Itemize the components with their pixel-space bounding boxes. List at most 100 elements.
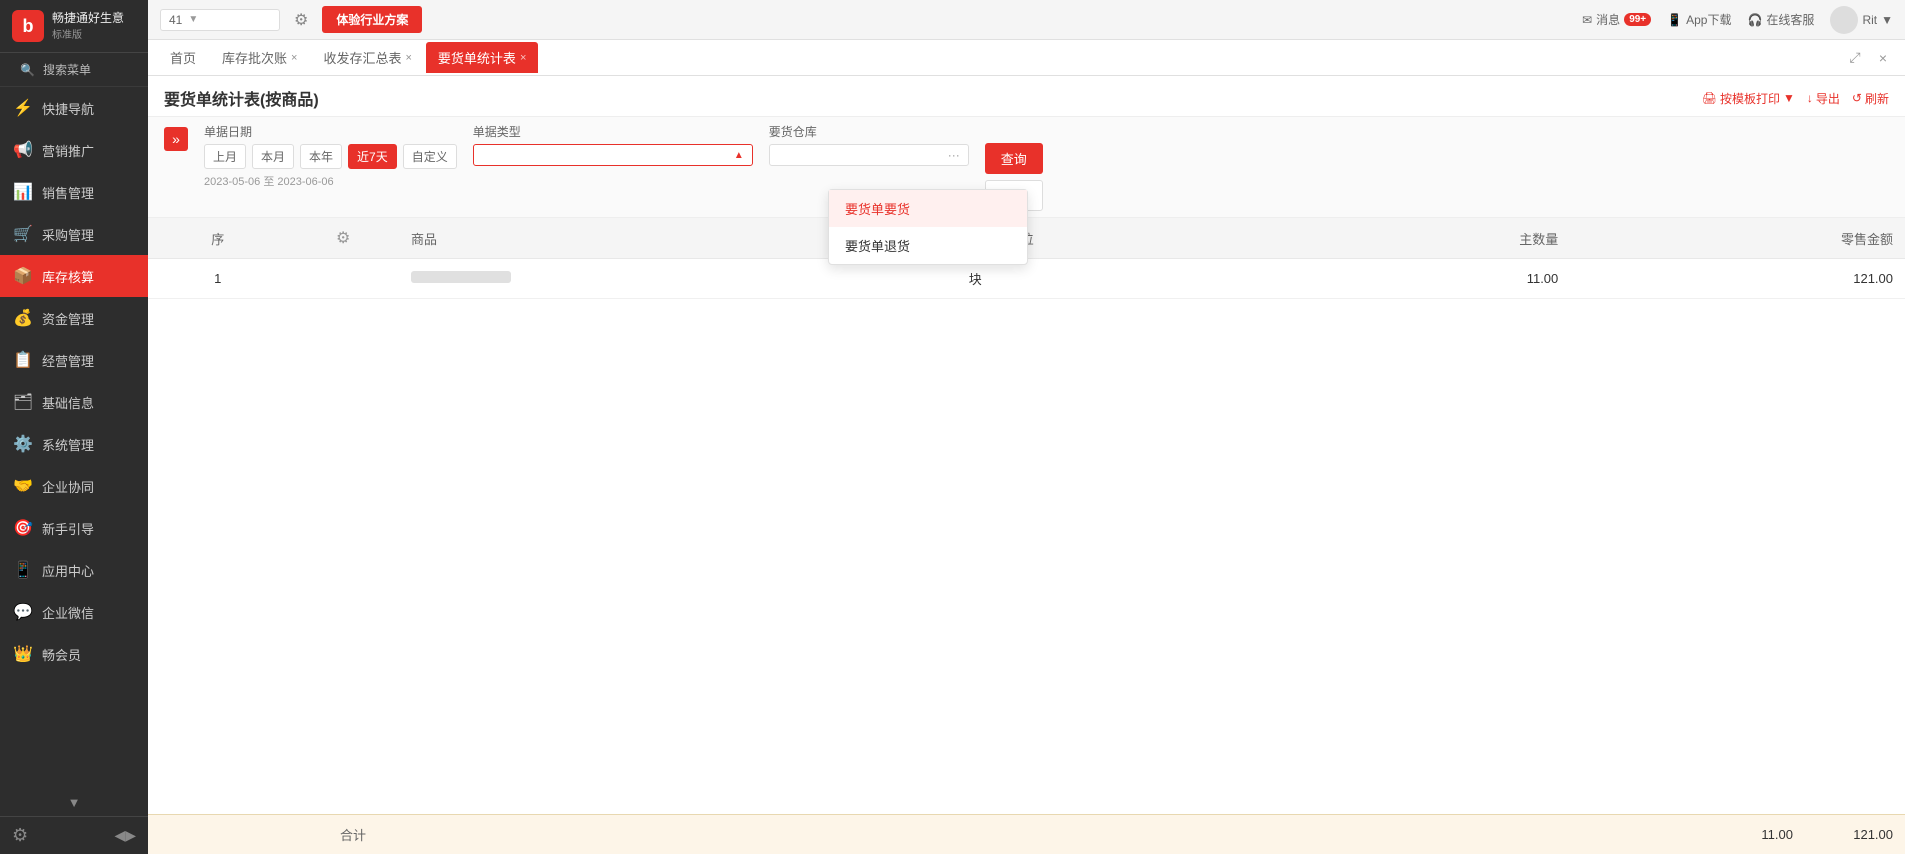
date-custom-btn[interactable]: 自定义 [403, 144, 457, 169]
cell-qty: 11.00 [1236, 259, 1571, 299]
sidebar-item-marketing[interactable]: 📢 营销推广 [0, 129, 148, 171]
tab-order-summary[interactable]: 要货单统计表 × [426, 42, 538, 73]
sidebar-item-operation[interactable]: 📋 经营管理 [0, 339, 148, 381]
date-last7days-btn[interactable]: 近7天 [348, 144, 397, 169]
sales-icon: 📊 [12, 181, 34, 203]
page-header: 要货单统计表(按商品) 🖨 按模板打印 ▼ ↓ 导出 ↺ 刷新 [148, 76, 1905, 116]
filter-row: » 单据日期 上月 本月 本年 近7天 自定义 2023-05-06 至 202… [148, 116, 1905, 218]
date-this-month-btn[interactable]: 本月 [252, 144, 294, 169]
table-body: 1 块 11.00 121.00 [148, 259, 1905, 299]
vip-icon: 👑 [12, 643, 34, 665]
cell-empty [287, 259, 399, 299]
cell-seq: 1 [148, 259, 287, 299]
inventory-icon: 📦 [12, 265, 34, 287]
app-download-btn[interactable]: 📱 App下载 [1667, 11, 1731, 28]
print-dropdown-icon: ▼ [1783, 91, 1795, 105]
export-icon: ↓ [1807, 91, 1813, 105]
col-header-sale: 零售金额 [1570, 218, 1905, 259]
sidebar-item-base[interactable]: 🗂 基础信息 [0, 381, 148, 423]
date-this-year-btn[interactable]: 本年 [300, 144, 342, 169]
quick-nav-icon: ⚡ [12, 97, 34, 119]
query-btn[interactable]: 查询 [985, 143, 1043, 174]
date-range-text: 2023-05-06 至 2023-06-06 [204, 173, 457, 189]
search-icon: 🔍 [20, 63, 35, 77]
warehouse-filter-select[interactable]: ··· [769, 144, 969, 166]
table-settings-icon[interactable]: ⚙ [336, 230, 350, 247]
col-header-qty: 主数量 [1236, 218, 1571, 259]
refresh-action[interactable]: ↺ 刷新 [1852, 90, 1889, 107]
collapse-icon[interactable]: ◀▶ [114, 827, 136, 844]
search-menu[interactable]: 🔍 搜索菜单 [0, 53, 148, 87]
purchase-icon: 🛒 [12, 223, 34, 245]
dropdown-item-order-return[interactable]: 要货单退货 [829, 227, 1027, 264]
sidebar-item-purchase[interactable]: 🛒 采购管理 [0, 213, 148, 255]
finance-icon: 💰 [12, 307, 34, 329]
main-area: 41 ▼ ⚙ 体验行业方案 ✉ 消息 99+ 📱 App下载 🎧 在线客服 R [148, 0, 1905, 854]
export-action[interactable]: ↓ 导出 [1807, 90, 1840, 107]
sidebar: b 畅捷通好生意 标准版 🔍 搜索菜单 ⚡ 快捷导航 📢 营销推广 📊 销售管理… [0, 0, 148, 854]
sidebar-logo: b 畅捷通好生意 标准版 [0, 0, 148, 53]
user-menu-arrow: ▼ [1881, 13, 1893, 27]
page-header-actions: 🖨 按模板打印 ▼ ↓ 导出 ↺ 刷新 [1702, 90, 1889, 107]
print-action[interactable]: 🖨 按模板打印 ▼ [1702, 90, 1795, 107]
expand-filter-btn[interactable]: » [164, 127, 188, 151]
warehouse-filter-group: 要货仓库 ··· [769, 123, 969, 166]
warehouse-filter-dots-icon: ··· [948, 148, 960, 162]
tab-maximize-btn[interactable]: ⤢ [1843, 46, 1867, 70]
sidebar-item-quick-nav[interactable]: ⚡ 快捷导航 [0, 87, 148, 129]
sidebar-item-wechat[interactable]: 💬 企业微信 [0, 591, 148, 633]
newbie-icon: 🎯 [12, 517, 34, 539]
type-filter-label: 单据类型 [473, 123, 753, 140]
tabs-bar-actions: ⤢ × [1843, 46, 1895, 70]
sidebar-item-vip[interactable]: 👑 畅会员 [0, 633, 148, 675]
refresh-icon: ↺ [1852, 91, 1862, 105]
col-header-seq: 序 [148, 218, 287, 259]
date-prev-month-btn[interactable]: 上月 [204, 144, 246, 169]
trial-btn[interactable]: 体验行业方案 [322, 6, 422, 33]
tab-batch-account-close[interactable]: × [291, 52, 297, 64]
type-filter-select[interactable]: ▲ [473, 144, 753, 166]
sidebar-item-appstore[interactable]: 📱 应用中心 [0, 549, 148, 591]
tab-close-all-btn[interactable]: × [1871, 46, 1895, 70]
print-icon: 🖨 [1702, 91, 1717, 105]
tab-receipt-summary[interactable]: 收发存汇总表 × [311, 42, 423, 73]
phone-icon: 📱 [1667, 13, 1682, 27]
tab-order-summary-close[interactable]: × [520, 52, 526, 64]
messages-btn[interactable]: ✉ 消息 99+ [1582, 11, 1651, 28]
store-selector-value: 41 [169, 13, 182, 27]
col-header-settings[interactable]: ⚙ [287, 218, 399, 259]
tab-receipt-summary-close[interactable]: × [405, 52, 411, 64]
sidebar-nav: ⚡ 快捷导航 📢 营销推广 📊 销售管理 🛒 采购管理 📦 库存核算 💰 资金管… [0, 87, 148, 789]
wechat-icon: 💬 [12, 601, 34, 623]
table-footer: 合计 11.00 121.00 [148, 814, 1905, 854]
headset-icon: 🎧 [1747, 13, 1762, 27]
marketing-icon: 📢 [12, 139, 34, 161]
topbar-left: 41 ▼ ⚙ 体验行业方案 [160, 6, 422, 34]
date-filter-label: 单据日期 [204, 123, 457, 140]
footer-qty: 11.00 [1713, 827, 1793, 842]
sidebar-item-system[interactable]: ⚙️ 系统管理 [0, 423, 148, 465]
sidebar-scroll-down[interactable]: ▼ [0, 789, 148, 816]
sidebar-item-finance[interactable]: 💰 资金管理 [0, 297, 148, 339]
store-selector[interactable]: 41 ▼ [160, 9, 280, 31]
user-menu[interactable]: Rit ▼ [1830, 6, 1893, 34]
type-filter-arrow-icon: ▲ [734, 150, 744, 161]
topbar-gear-icon[interactable]: ⚙ [290, 6, 312, 34]
page-content: 要货单统计表(按商品) 🖨 按模板打印 ▼ ↓ 导出 ↺ 刷新 » [148, 76, 1905, 854]
user-avatar [1830, 6, 1858, 34]
appstore-icon: 📱 [12, 559, 34, 581]
table-row: 1 块 11.00 121.00 [148, 259, 1905, 299]
dropdown-item-order-purchase[interactable]: 要货单要货 [829, 190, 1027, 227]
settings-icon[interactable]: ⚙ [12, 825, 28, 846]
sidebar-item-inventory[interactable]: 📦 库存核算 [0, 255, 148, 297]
sidebar-item-sales[interactable]: 📊 销售管理 [0, 171, 148, 213]
sidebar-item-enterprise[interactable]: 🤝 企业协同 [0, 465, 148, 507]
type-dropdown: 要货单要货 要货单退货 [828, 189, 1028, 265]
footer-sale-amount: 121.00 [1813, 827, 1893, 842]
tab-home[interactable]: 首页 [158, 42, 208, 73]
online-service-btn[interactable]: 🎧 在线客服 [1747, 11, 1814, 28]
scroll-down-icon: ▼ [68, 795, 81, 810]
tab-batch-account[interactable]: 库存批次账 × [210, 42, 309, 73]
type-filter-group: 单据类型 ▲ [473, 123, 753, 166]
sidebar-item-newbie[interactable]: 🎯 新手引导 [0, 507, 148, 549]
